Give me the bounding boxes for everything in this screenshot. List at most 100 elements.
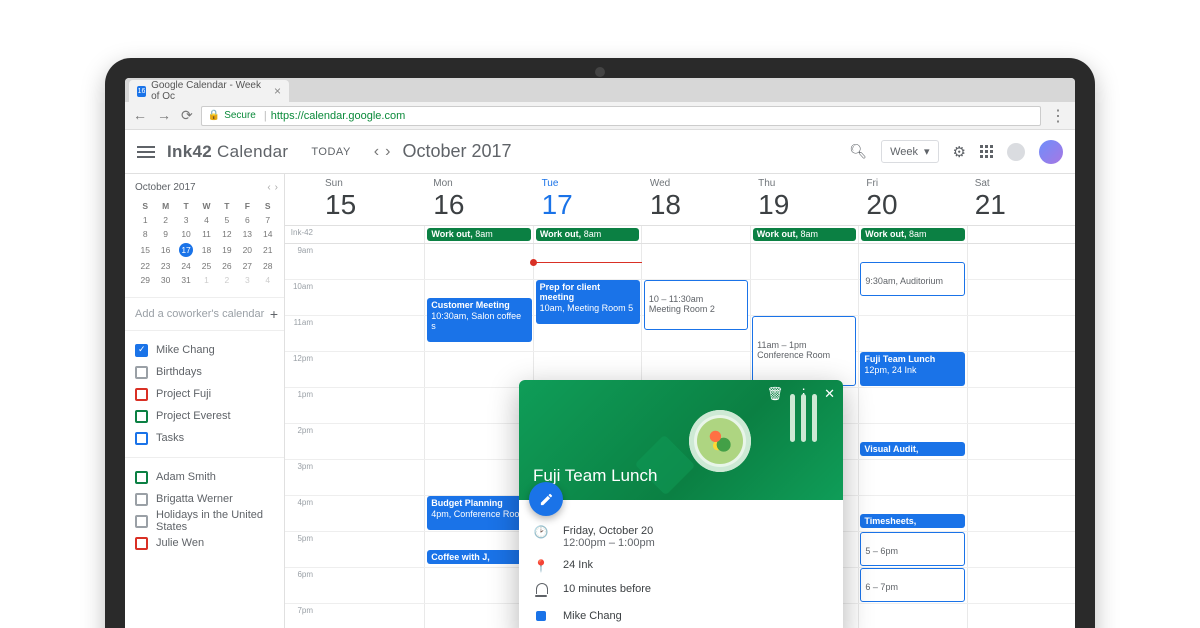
mini-prev-icon[interactable]: ‹	[267, 182, 270, 193]
browser-menu-icon[interactable]: ⋮	[1049, 106, 1067, 126]
grid-cell[interactable]	[424, 388, 532, 423]
grid-cell[interactable]	[317, 388, 424, 423]
day-header[interactable]: Thu19	[750, 174, 858, 225]
event-chip[interactable]: Work out, 8am	[427, 228, 530, 241]
allday-cell[interactable]: Work out, 8am	[750, 226, 858, 243]
event-block[interactable]: Timesheets,4:30pm	[860, 514, 964, 528]
day-header[interactable]: Tue17	[534, 174, 642, 225]
grid-cell[interactable]	[317, 460, 424, 495]
grid-cell[interactable]	[967, 604, 1075, 628]
allday-cell[interactable]	[317, 226, 424, 243]
grid-cell[interactable]	[967, 352, 1075, 387]
event-block[interactable]: Coffee with J,5:30pm	[427, 550, 531, 564]
grid-cell[interactable]	[317, 316, 424, 351]
allday-cell[interactable]: Work out, 8am	[533, 226, 641, 243]
event-block[interactable]: Project Everest Kickoff11am – 1pmConfere…	[752, 316, 856, 386]
grid-cell[interactable]	[424, 460, 532, 495]
calendar-item[interactable]: Holidays in the United States	[135, 510, 278, 532]
delete-icon[interactable]: 🗑	[767, 386, 784, 402]
grid-cell[interactable]	[317, 244, 424, 279]
view-dropdown[interactable]: Week▾	[881, 140, 938, 163]
avatar[interactable]	[1039, 140, 1063, 164]
grid-cell[interactable]	[317, 604, 424, 628]
grid-cell[interactable]	[858, 604, 966, 628]
checkbox-icon[interactable]	[135, 432, 148, 445]
allday-cell[interactable]: Work out, 8am	[424, 226, 532, 243]
event-chip[interactable]: Work out, 8am	[536, 228, 639, 241]
gear-icon[interactable]: ⚙	[953, 143, 966, 161]
day-header[interactable]: Sun15	[317, 174, 425, 225]
grid-cell[interactable]	[317, 496, 424, 531]
day-header[interactable]: Sat21	[967, 174, 1075, 225]
grid-cell[interactable]	[858, 388, 966, 423]
event-block[interactable]: TGIF5 – 6pm	[860, 532, 964, 566]
calendar-item[interactable]: Tasks	[135, 427, 278, 449]
close-icon[interactable]: ✕	[824, 386, 835, 402]
plus-icon[interactable]: +	[270, 306, 278, 322]
day-header[interactable]: Fri20	[858, 174, 966, 225]
grid-cell[interactable]	[424, 244, 532, 279]
mini-calendar[interactable]: SMTWTFS123456789101112131415161718192021…	[135, 199, 278, 287]
grid-cell[interactable]	[750, 244, 858, 279]
grid-cell[interactable]	[317, 352, 424, 387]
checkbox-icon[interactable]	[135, 515, 148, 528]
grid-cell[interactable]	[317, 568, 424, 603]
checkbox-icon[interactable]	[135, 537, 148, 550]
nav-forward-icon[interactable]: →	[157, 107, 171, 124]
grid-cell[interactable]	[424, 352, 532, 387]
add-calendar-input[interactable]: Add a coworker's calendar +	[125, 297, 284, 331]
grid-cell[interactable]	[317, 424, 424, 459]
allday-cell[interactable]: Work out, 8am	[858, 226, 966, 243]
grid-cell[interactable]	[967, 280, 1075, 315]
nav-back-icon[interactable]: ←	[133, 107, 147, 124]
event-block[interactable]: Customer Meeting10:30am, Salon coffee s	[427, 298, 531, 342]
allday-cell[interactable]	[967, 226, 1075, 243]
grid-cell[interactable]	[317, 280, 424, 315]
grid-cell[interactable]	[967, 388, 1075, 423]
edit-fab-button[interactable]	[529, 482, 563, 516]
calendar-item[interactable]: Birthdays	[135, 361, 278, 383]
day-header[interactable]: Mon16	[425, 174, 533, 225]
checkbox-icon[interactable]	[135, 493, 148, 506]
next-period-icon[interactable]: ›	[385, 143, 390, 161]
grid-cell[interactable]	[967, 316, 1075, 351]
grid-cell[interactable]	[967, 532, 1075, 567]
hamburger-icon[interactable]	[137, 146, 155, 158]
event-block[interactable]: Do not schedule6 – 7pm	[860, 568, 964, 602]
today-button[interactable]: TODAY	[300, 141, 361, 163]
grid-cell[interactable]	[967, 424, 1075, 459]
event-block[interactable]: Breakfast talks9:30am, Auditorium	[860, 262, 964, 296]
apps-icon[interactable]	[980, 145, 993, 158]
grid-cell[interactable]	[858, 316, 966, 351]
calendar-item[interactable]: Project Fuji	[135, 383, 278, 405]
browser-tab[interactable]: 16 Google Calendar - Week of Oc ×	[129, 80, 289, 102]
grid-cell[interactable]	[424, 604, 532, 628]
allday-cell[interactable]	[641, 226, 749, 243]
event-chip[interactable]: Work out, 8am	[861, 228, 964, 241]
search-icon[interactable]: 🔍︎	[849, 143, 867, 160]
grid-cell[interactable]	[317, 532, 424, 567]
event-block[interactable]: Fuji Team Lunch12pm, 24 Ink	[860, 352, 964, 386]
tab-close-icon[interactable]: ×	[274, 84, 281, 98]
calendar-item[interactable]: Adam Smith	[135, 466, 278, 488]
grid-cell[interactable]	[750, 280, 858, 315]
nav-reload-icon[interactable]: ⟳	[181, 107, 193, 124]
grid-cell[interactable]	[967, 496, 1075, 531]
grid-cell[interactable]	[533, 244, 641, 279]
calendar-item[interactable]: Project Everest	[135, 405, 278, 427]
notifications-icon[interactable]	[1007, 143, 1025, 161]
calendar-item[interactable]: Mike Chang	[135, 339, 278, 361]
event-block[interactable]: Prep for client meeting10am, Meeting Roo…	[536, 280, 640, 324]
event-block[interactable]: HOLD: Fuji Sync Prep10 – 11:30amMeeting …	[644, 280, 748, 330]
grid-cell[interactable]	[967, 568, 1075, 603]
prev-period-icon[interactable]: ‹	[374, 143, 379, 161]
grid-cell[interactable]	[424, 568, 532, 603]
event-chip[interactable]: Work out, 8am	[753, 228, 856, 241]
checkbox-icon[interactable]	[135, 388, 148, 401]
checkbox-icon[interactable]	[135, 366, 148, 379]
day-header[interactable]: Wed18	[642, 174, 750, 225]
grid-cell[interactable]	[967, 460, 1075, 495]
calendar-item[interactable]: Julie Wen	[135, 532, 278, 554]
calendar-item[interactable]: Brigatta Werner	[135, 488, 278, 510]
checkbox-icon[interactable]	[135, 471, 148, 484]
